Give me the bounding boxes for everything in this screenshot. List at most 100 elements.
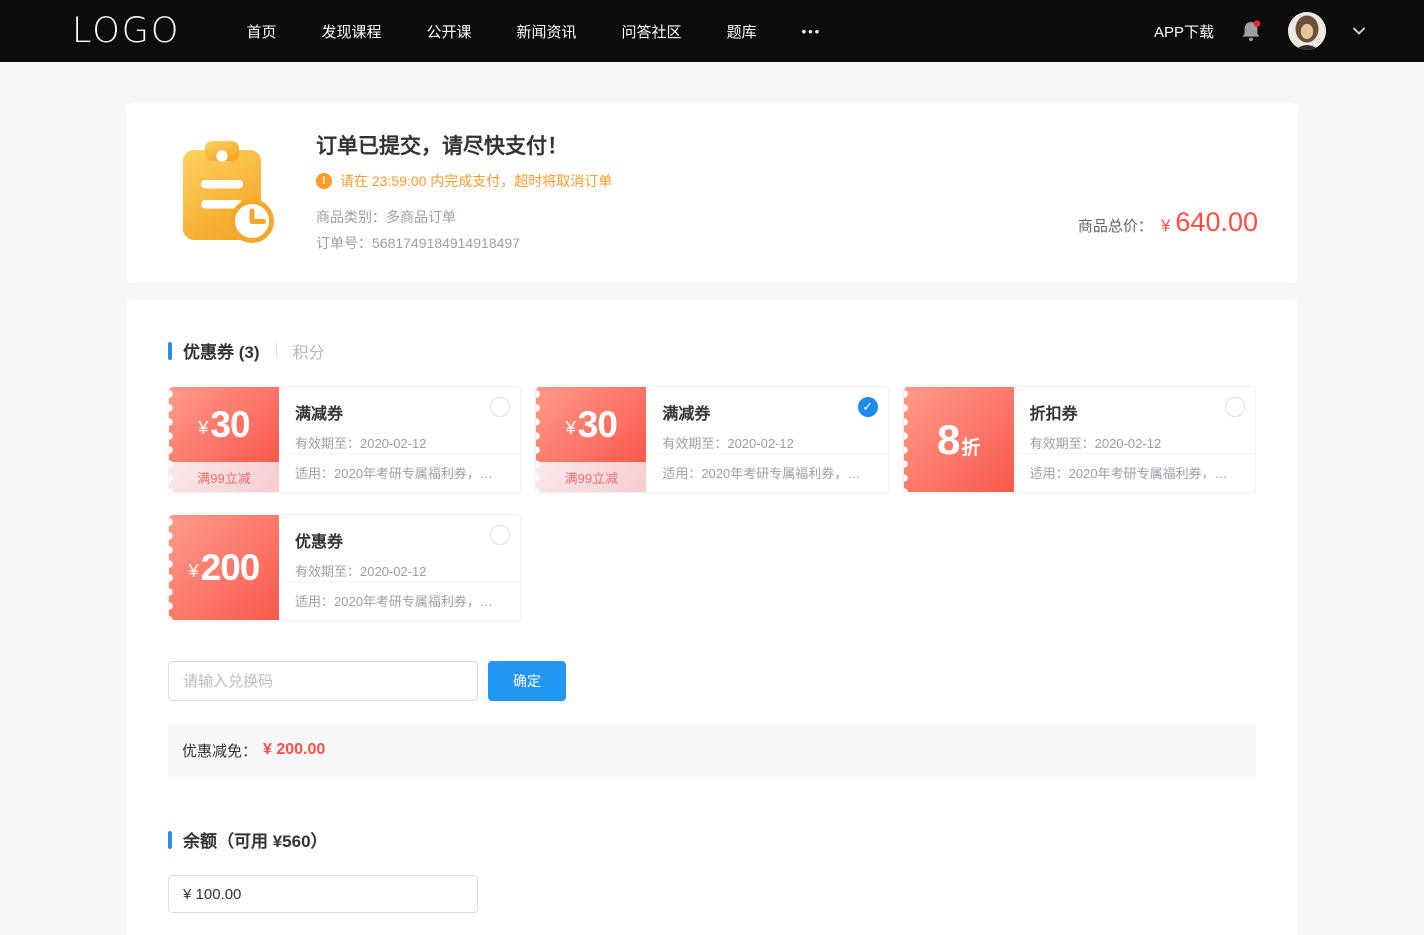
coupon-scope: 适用：2020年考研专属福利券，以用... bbox=[646, 453, 887, 492]
coupon-amount-block: ¥ 30 bbox=[169, 387, 279, 462]
coupon-radio-checked[interactable]: ✓ bbox=[858, 397, 878, 417]
coupon-card-80-percent-discount[interactable]: 8 折 折扣券 有效期至：2020-02-12 适用：2020年考研专属福利券，… bbox=[903, 386, 1256, 493]
coupon-currency: ¥ bbox=[566, 410, 576, 439]
coupon-scope: 适用：2020年考研专属福利券，以用... bbox=[279, 453, 520, 492]
warning-icon: ! bbox=[316, 173, 332, 189]
top-navbar: LOGO 首页 发现课程 公开课 新闻资讯 问答社区 题库 ••• APP下载 bbox=[0, 0, 1424, 62]
coupon-title: 优惠券 bbox=[295, 528, 504, 552]
coupon-card-200-voucher[interactable]: ¥ 200 优惠券 有效期至：2020-02-12 适用：2020年考研专属福利… bbox=[168, 514, 521, 621]
coupon-condition-note: 满99立减 bbox=[169, 462, 279, 492]
coupon-expiry-date: 2020-02-12 bbox=[360, 564, 427, 579]
coupon-body: 满减券 有效期至：2020-02-12 适用：2020年考研专属福利券，以用..… bbox=[279, 387, 520, 492]
coupon-expiry-label: 有效期至： bbox=[662, 436, 727, 451]
user-avatar[interactable] bbox=[1288, 12, 1326, 50]
coupon-expiry: 有效期至：2020-02-12 bbox=[295, 561, 504, 580]
coupon-expiry-label: 有效期至： bbox=[295, 564, 360, 579]
order-total: 商品总价： ¥ 640.00 bbox=[1078, 149, 1258, 238]
coupon-amount-block: 8 折 bbox=[904, 387, 1014, 492]
balance-section: 余额（可用 ¥560） bbox=[168, 827, 1256, 913]
coupon-radio-unchecked[interactable] bbox=[1225, 397, 1245, 417]
discount-summary-bar: 优惠减免： ¥ 200.00 bbox=[168, 723, 1256, 777]
coupon-scope: 适用：2020年考研专属福利券，以用... bbox=[279, 581, 520, 620]
coupon-amount: 200 bbox=[201, 547, 260, 589]
coupon-ticket: ¥ 30 满99立减 bbox=[536, 387, 646, 492]
coupon-title: 满减券 bbox=[295, 400, 504, 424]
coupon-body: 满减券 有效期至：2020-02-12 适用：2020年考研专属福利券，以用..… bbox=[646, 387, 887, 492]
redeem-code-input[interactable] bbox=[168, 661, 478, 701]
chevron-down-icon[interactable] bbox=[1352, 24, 1366, 38]
order-number-value: 5681749184914918497 bbox=[372, 235, 520, 251]
discount-label: 优惠减免： bbox=[182, 740, 257, 761]
coupon-body: 优惠券 有效期至：2020-02-12 适用：2020年考研专属福利券，以用..… bbox=[279, 515, 520, 620]
order-number-label: 订单号： bbox=[316, 235, 372, 251]
balance-section-header: 余额（可用 ¥560） bbox=[168, 827, 1256, 852]
nav-item-home[interactable]: 首页 bbox=[246, 21, 276, 42]
coupon-grid: ¥ 30 满99立减 满减券 有效期至：2020-02-12 适用：2020年考… bbox=[168, 386, 1256, 621]
order-category-row: 商品类别：多商品订单 bbox=[316, 204, 1078, 230]
discount-value: ¥ 200.00 bbox=[263, 741, 325, 759]
ticket-notches bbox=[169, 387, 176, 492]
tab-coupons[interactable]: 优惠券 (3) bbox=[183, 338, 260, 363]
ticket-notches bbox=[536, 387, 543, 492]
coupon-expiry-label: 有效期至： bbox=[1030, 436, 1095, 451]
payment-deadline-notice: ! 请在 23:59:00 内完成支付，超时将取消订单 bbox=[316, 171, 1078, 191]
coupon-condition-note: 满99立减 bbox=[536, 462, 646, 492]
redeem-confirm-button[interactable]: 确定 bbox=[488, 661, 566, 701]
balance-amount-input[interactable] bbox=[168, 875, 478, 913]
coupon-currency: ¥ bbox=[189, 553, 199, 582]
nav-item-question-bank[interactable]: 题库 bbox=[727, 21, 757, 42]
nav-item-open-classes[interactable]: 公开课 bbox=[427, 21, 472, 42]
payment-deadline-text: 请在 23:59:00 内完成支付，超时将取消订单 bbox=[340, 171, 612, 191]
app-download-link[interactable]: APP下载 bbox=[1154, 21, 1214, 42]
notification-bell-icon[interactable] bbox=[1240, 19, 1262, 43]
order-meta: 商品类别：多商品订单 订单号：5681749184914918497 bbox=[316, 204, 1078, 256]
order-total-value: 640.00 bbox=[1175, 207, 1258, 238]
order-total-currency: ¥ bbox=[1161, 216, 1170, 236]
balance-title: 余额（可用 ¥560） bbox=[183, 827, 328, 852]
nav-more-icon[interactable]: ••• bbox=[802, 24, 822, 39]
section-accent-bar bbox=[168, 831, 172, 849]
coupon-expiry-date: 2020-02-12 bbox=[727, 436, 794, 451]
coupon-card-30-full-reduction-selected[interactable]: ¥ 30 满99立减 满减券 有效期至：2020-02-12 适用：2020年考… bbox=[535, 386, 888, 493]
coupon-amount-block: ¥ 200 bbox=[169, 515, 279, 620]
tab-points[interactable]: 积分 bbox=[293, 339, 325, 363]
payment-options-card: 优惠券 (3) 积分 ¥ 30 满99立减 满减券 有效期至：2020-02-1… bbox=[126, 300, 1298, 935]
coupon-expiry-date: 2020-02-12 bbox=[1095, 436, 1162, 451]
coupon-amount: 8 bbox=[937, 416, 959, 464]
coupon-expiry: 有效期至：2020-02-12 bbox=[295, 433, 504, 452]
nav-right-area: APP下载 bbox=[1154, 12, 1366, 50]
coupon-amount-block: ¥ 30 bbox=[536, 387, 646, 462]
order-category-label: 商品类别： bbox=[316, 209, 386, 225]
coupon-amount: 30 bbox=[210, 404, 249, 446]
coupon-title: 满减券 bbox=[662, 400, 871, 424]
nav-menu: 首页 发现课程 公开课 新闻资讯 问答社区 题库 ••• bbox=[246, 21, 821, 42]
nav-item-discover-courses[interactable]: 发现课程 bbox=[322, 21, 382, 42]
coupon-scope: 适用：2020年考研专属福利券，以用... bbox=[1014, 453, 1255, 492]
coupon-title: 折扣券 bbox=[1030, 400, 1239, 424]
coupon-expiry: 有效期至：2020-02-12 bbox=[1030, 433, 1239, 452]
redeem-code-row: 确定 bbox=[168, 661, 1256, 701]
order-clipboard-icon bbox=[170, 135, 274, 252]
nav-item-news[interactable]: 新闻资讯 bbox=[517, 21, 577, 42]
coupon-ticket: ¥ 30 满99立减 bbox=[169, 387, 279, 492]
nav-item-qa-community[interactable]: 问答社区 bbox=[622, 21, 682, 42]
coupon-ticket: 8 折 bbox=[904, 387, 1014, 492]
coupon-expiry-label: 有效期至： bbox=[295, 436, 360, 451]
ticket-notches bbox=[904, 387, 911, 492]
coupon-section-header: 优惠券 (3) 积分 bbox=[168, 338, 1256, 363]
coupon-card-30-full-reduction[interactable]: ¥ 30 满99立减 满减券 有效期至：2020-02-12 适用：2020年考… bbox=[168, 386, 521, 493]
order-submitted-title: 订单已提交，请尽快支付！ bbox=[316, 130, 1078, 160]
section-accent-bar bbox=[168, 342, 172, 360]
coupon-amount-suffix: 折 bbox=[961, 419, 980, 460]
logo[interactable]: LOGO bbox=[72, 11, 180, 51]
ticket-notches bbox=[169, 515, 176, 620]
coupon-body: 折扣券 有效期至：2020-02-12 适用：2020年考研专属福利券，以用..… bbox=[1014, 387, 1255, 492]
coupon-amount: 30 bbox=[578, 404, 617, 446]
tab-divider bbox=[276, 343, 277, 358]
order-total-label: 商品总价： bbox=[1078, 215, 1153, 236]
coupon-expiry: 有效期至：2020-02-12 bbox=[662, 433, 871, 452]
order-category-value: 多商品订单 bbox=[386, 209, 456, 225]
coupon-expiry-date: 2020-02-12 bbox=[360, 436, 427, 451]
order-summary-card: 订单已提交，请尽快支付！ ! 请在 23:59:00 内完成支付，超时将取消订单… bbox=[126, 103, 1298, 283]
coupon-currency: ¥ bbox=[198, 410, 208, 439]
